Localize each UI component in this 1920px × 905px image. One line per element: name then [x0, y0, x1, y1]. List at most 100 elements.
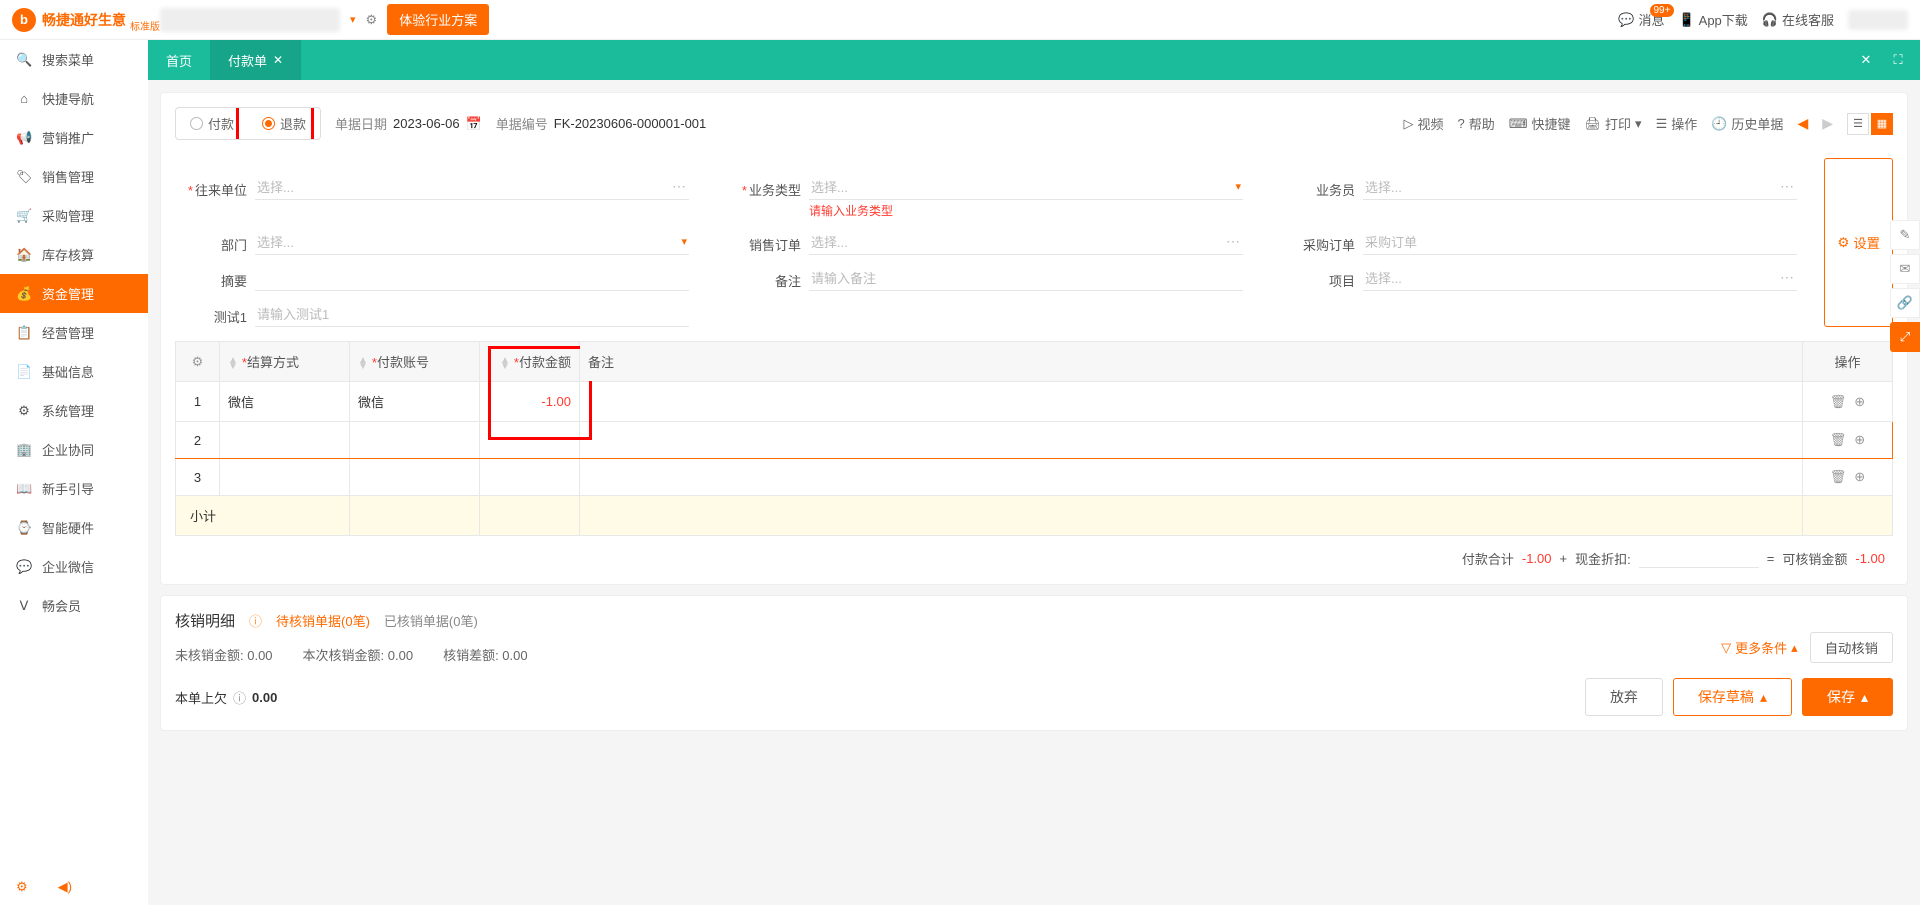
col-gear[interactable]: ⚙ [176, 342, 220, 382]
sidebar-item[interactable]: 🔍搜索菜单 [0, 40, 148, 79]
calendar-icon[interactable]: 📅 [466, 116, 482, 132]
history-link[interactable]: 🕘历史单据 [1711, 114, 1783, 133]
save-draft-button[interactable]: 保存草稿▴ [1673, 678, 1792, 716]
discard-button[interactable]: 放弃 [1585, 678, 1663, 716]
more-icon[interactable]: ⋯ [1780, 269, 1795, 286]
add-row-icon[interactable]: ⊕ [1854, 432, 1865, 447]
table-row[interactable]: 1微信微信-1.00🗑⊕ [176, 382, 1893, 422]
help-icon[interactable]: ⓘ [233, 688, 246, 707]
delete-icon[interactable]: 🗑 [1830, 394, 1847, 409]
sidebar-item[interactable]: 💬企业微信 [0, 547, 148, 586]
ops-link[interactable]: ☰操作 [1656, 114, 1698, 133]
view-list-button[interactable]: ☰ [1847, 113, 1869, 135]
cell-method[interactable] [220, 422, 350, 459]
auto-verify-button[interactable]: 自动核销 [1810, 632, 1893, 663]
chevron-down-icon[interactable]: ▾ [350, 13, 356, 26]
sidebar-item[interactable]: 💰资金管理 [0, 274, 148, 313]
user-menu[interactable] [1848, 10, 1908, 30]
more-conditions-link[interactable]: ▽更多条件▴ [1721, 638, 1798, 657]
verify-tab-done[interactable]: 已核销单据(0笔) [384, 611, 478, 630]
app-download-link[interactable]: 📱 App下载 [1678, 10, 1747, 29]
more-icon[interactable]: ⋯ [1226, 233, 1241, 250]
cell-amount[interactable] [480, 422, 580, 459]
project-input[interactable] [1363, 267, 1797, 291]
biz-type-input[interactable] [809, 176, 1243, 200]
cell-amount[interactable] [480, 459, 580, 496]
doc-date-value[interactable]: 2023-06-06 [393, 116, 460, 131]
settings-icon[interactable]: ⚙ [16, 879, 28, 895]
cell-method[interactable]: 微信 [220, 382, 350, 422]
cell-remark[interactable] [580, 459, 1803, 496]
float-inbox-icon[interactable]: ✉ [1890, 254, 1920, 284]
cell-remark[interactable] [580, 382, 1803, 422]
col-method[interactable]: ▲▼*结算方式 [220, 342, 350, 382]
more-icon[interactable]: ⋯ [672, 178, 687, 195]
sidebar-item[interactable]: ⚙系统管理 [0, 391, 148, 430]
float-note-icon[interactable]: ✎ [1890, 220, 1920, 250]
sidebar-item[interactable]: ⌂快捷导航 [0, 79, 148, 118]
sidebar-item[interactable]: 🏷销售管理 [0, 157, 148, 196]
col-amount[interactable]: ▲▼*付款金额 [480, 342, 580, 382]
col-remark[interactable]: 备注 [580, 342, 1803, 382]
close-icon[interactable]: ✕ [273, 53, 283, 67]
col-account[interactable]: ▲▼*付款账号 [350, 342, 480, 382]
info-icon[interactable]: ⓘ [249, 611, 262, 630]
sidebar-item[interactable]: 📄基础信息 [0, 352, 148, 391]
collapse-icon[interactable]: ◀) [58, 879, 72, 895]
cell-account[interactable] [350, 422, 480, 459]
sidebar-item[interactable]: 📢营销推广 [0, 118, 148, 157]
clerk-input[interactable] [1363, 176, 1797, 200]
table-row[interactable]: 3🗑⊕ [176, 459, 1893, 496]
sidebar-item[interactable]: 📖新手引导 [0, 469, 148, 508]
radio-payment[interactable]: 付款 [176, 108, 248, 139]
close-all-icon[interactable]: ✕ [1854, 48, 1878, 72]
float-attach-icon[interactable]: 🔗 [1890, 288, 1920, 318]
table-row[interactable]: 2🗑⊕ [176, 422, 1893, 459]
verify-tab-pending[interactable]: 待核销单据(0笔) [276, 611, 370, 630]
delete-icon[interactable]: 🗑 [1830, 469, 1847, 484]
sidebar-item[interactable]: 🏠库存核算 [0, 235, 148, 274]
radio-refund[interactable]: 退款 [248, 108, 320, 139]
add-row-icon[interactable]: ⊕ [1854, 394, 1865, 409]
prev-doc-icon[interactable]: ◀ [1797, 115, 1808, 132]
save-button[interactable]: 保存▴ [1802, 678, 1893, 716]
trial-button[interactable]: 体验行业方案 [387, 4, 489, 35]
test1-input[interactable] [255, 303, 689, 327]
chevron-down-icon[interactable]: ▾ [1235, 180, 1241, 193]
sale-order-input[interactable] [809, 231, 1243, 255]
cell-remark[interactable] [580, 422, 1803, 459]
view-form-button[interactable]: ▦ [1871, 113, 1893, 135]
cell-account[interactable] [350, 459, 480, 496]
chevron-down-icon[interactable]: ▾ [681, 235, 687, 248]
tab[interactable]: 付款单✕ [210, 40, 301, 80]
next-doc-icon[interactable]: ▶ [1822, 115, 1833, 132]
float-expand-icon[interactable]: ⤢ [1890, 322, 1920, 352]
tenant-selector[interactable] [160, 8, 340, 32]
summary-input[interactable] [255, 267, 689, 291]
settings-button[interactable]: ⚙设置 [1824, 158, 1893, 327]
video-link[interactable]: ▷视频 [1403, 114, 1443, 133]
sidebar-item[interactable]: ⌚智能硬件 [0, 508, 148, 547]
cell-amount[interactable]: -1.00 [480, 382, 580, 422]
discount-input[interactable] [1639, 548, 1759, 568]
add-row-icon[interactable]: ⊕ [1854, 469, 1865, 484]
dept-input[interactable] [255, 231, 689, 255]
remark-input[interactable] [809, 267, 1243, 291]
help-link[interactable]: ?帮助 [1457, 114, 1494, 133]
more-icon[interactable]: ⋯ [1780, 178, 1795, 195]
shortcut-link[interactable]: ⌨快捷键 [1509, 114, 1571, 133]
partner-input[interactable] [255, 176, 689, 200]
cell-method[interactable] [220, 459, 350, 496]
delete-icon[interactable]: 🗑 [1830, 432, 1847, 447]
sidebar-item[interactable]: 📋经营管理 [0, 313, 148, 352]
print-link[interactable]: 🖨打印▾ [1585, 114, 1642, 133]
service-link[interactable]: 🎧 在线客服 [1762, 10, 1834, 29]
gear-icon[interactable]: ⚙ [366, 12, 378, 28]
cell-account[interactable]: 微信 [350, 382, 480, 422]
purchase-order-input[interactable] [1363, 231, 1797, 255]
sidebar-item[interactable]: 🏢企业协同 [0, 430, 148, 469]
tab[interactable]: 首页 [148, 40, 210, 80]
fullscreen-icon[interactable]: ⛶ [1886, 48, 1910, 72]
messages-link[interactable]: 💬 消息 99+ [1618, 10, 1664, 29]
sidebar-item[interactable]: 🛒采购管理 [0, 196, 148, 235]
